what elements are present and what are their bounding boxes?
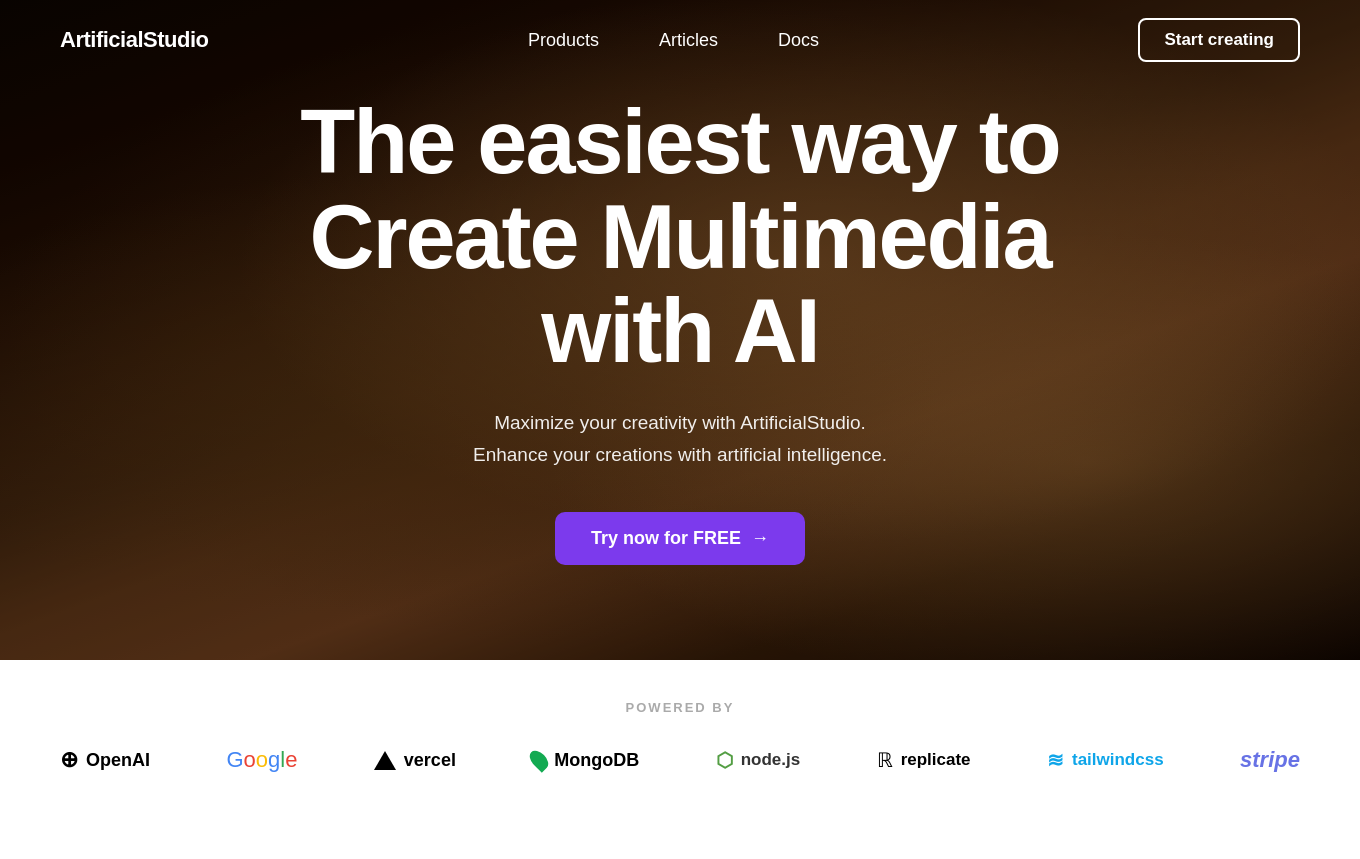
start-creating-button[interactable]: Start creating xyxy=(1138,18,1300,62)
mongodb-text: MongoDB xyxy=(554,750,639,771)
google-text: Google xyxy=(226,747,297,773)
hero-subtitle-line2: Enhance your creations with artificial i… xyxy=(473,444,887,465)
stripe-logo: stripe xyxy=(1240,747,1300,773)
replicate-icon: ℝ xyxy=(877,748,893,772)
hero-title-line2: Create Multimedia xyxy=(309,187,1050,287)
nav-products[interactable]: Products xyxy=(528,30,599,51)
tailwind-icon: ≋ xyxy=(1047,748,1064,772)
try-free-label: Try now for FREE xyxy=(591,528,741,549)
vercel-text: vercel xyxy=(404,750,456,771)
openai-logo: ⊕ OpenAI xyxy=(60,747,150,773)
replicate-logo: ℝ replicate xyxy=(877,748,971,772)
hero-title-line3: with AI xyxy=(541,281,819,381)
powered-by-label: POWERED BY xyxy=(60,700,1300,715)
openai-text: OpenAI xyxy=(86,750,150,771)
tailwind-text: tailwindcss xyxy=(1072,750,1164,770)
stripe-text: stripe xyxy=(1240,747,1300,773)
nav-docs[interactable]: Docs xyxy=(778,30,819,51)
mongodb-logo: MongoDB xyxy=(532,749,639,771)
nodejs-logo: ⬡ node.js xyxy=(716,748,801,772)
vercel-logo: vercel xyxy=(374,750,456,771)
try-free-button[interactable]: Try now for FREE → xyxy=(555,512,805,565)
nodejs-icon: ⬡ xyxy=(716,748,733,772)
hero-subtitle: Maximize your creativity with Artificial… xyxy=(473,407,887,472)
hero-title-line1: The easiest way to xyxy=(300,92,1059,192)
mongodb-leaf-icon xyxy=(527,747,552,772)
replicate-text: replicate xyxy=(901,750,971,770)
nav-articles[interactable]: Articles xyxy=(659,30,718,51)
brand-logo[interactable]: ArtificialStudio xyxy=(60,27,208,53)
hero-section: ArtificialStudio Products Articles Docs … xyxy=(0,0,1360,660)
google-logo: Google xyxy=(226,747,297,773)
nav-links: Products Articles Docs xyxy=(528,30,819,51)
navbar: ArtificialStudio Products Articles Docs … xyxy=(0,0,1360,80)
nodejs-text: node.js xyxy=(741,750,801,770)
hero-subtitle-line1: Maximize your creativity with Artificial… xyxy=(494,412,866,433)
hero-content: The easiest way to Create Multimedia wit… xyxy=(0,0,1360,660)
tailwindcss-logo: ≋ tailwindcss xyxy=(1047,748,1164,772)
logos-row: ⊕ OpenAI Google vercel MongoDB ⬡ node.js… xyxy=(60,747,1300,773)
hero-title: The easiest way to Create Multimedia wit… xyxy=(300,95,1059,379)
arrow-icon: → xyxy=(751,528,769,549)
openai-icon: ⊕ xyxy=(60,747,78,773)
vercel-triangle-icon xyxy=(374,751,396,770)
powered-by-section: POWERED BY ⊕ OpenAI Google vercel MongoD… xyxy=(0,660,1360,823)
